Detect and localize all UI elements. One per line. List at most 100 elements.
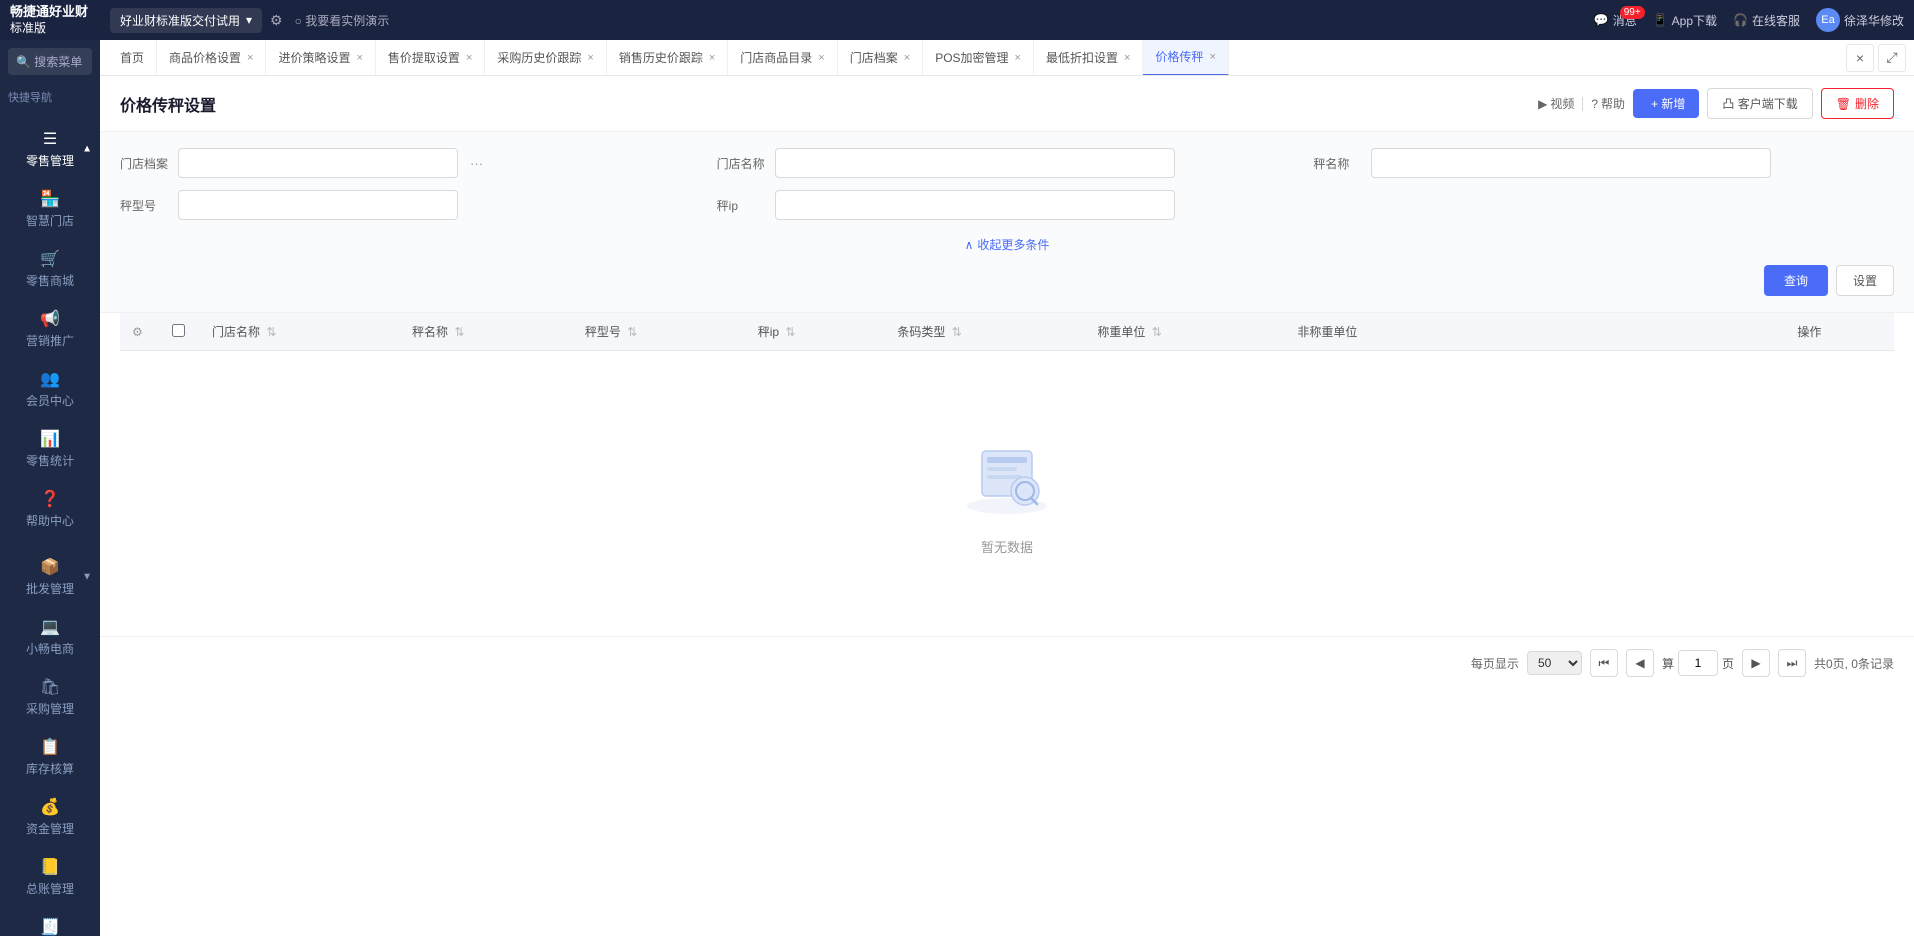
scale-name-input[interactable] [1371, 148, 1771, 178]
sidebar-item-label: 库存核算 [26, 760, 74, 777]
page-number-input[interactable] [1678, 650, 1718, 676]
settings-icon[interactable]: ⚙ [270, 12, 283, 29]
demo-link[interactable]: ○ 我要看实例演示 [295, 12, 390, 29]
tabs-bar: 首页 商品价格设置 × 进价策略设置 × 售价提取设置 × 采购历史价跟踪 × [100, 40, 1914, 76]
th-operation: 操作 [1785, 313, 1894, 351]
search-menu-label: 搜索菜单 [34, 55, 82, 69]
message-action[interactable]: 💬 消息 99+ [1594, 12, 1637, 29]
sidebar-item-wholesale[interactable]: 📦 批发管理 ▼ [0, 547, 100, 607]
tab-price-scale[interactable]: 价格传秤 × [1143, 40, 1228, 76]
sidebar-item-label: 采购管理 [26, 700, 74, 717]
first-page-button[interactable]: ⏮ [1590, 649, 1618, 677]
add-button[interactable]: + 新增 [1633, 89, 1699, 118]
tab-restore-button[interactable]: ⤢ [1878, 44, 1906, 72]
tab-close-icon[interactable]: × [1209, 51, 1215, 63]
scale-model-input[interactable] [178, 190, 458, 220]
retail-stats-icon: 📊 [40, 429, 60, 449]
sort-icon: ⇅ [785, 325, 795, 339]
delete-button[interactable]: 🗑 删除 [1821, 88, 1894, 119]
sidebar-item-retail-mall[interactable]: 🛒 零售商城 [0, 239, 100, 299]
sidebar-item-smart-store[interactable]: 🏪 智慧门店 [0, 179, 100, 239]
download-button[interactable]: 凸 客户端下载 [1707, 88, 1812, 119]
tab-home[interactable]: 首页 [108, 40, 157, 76]
member-icon: 👥 [40, 369, 60, 389]
store-file-input[interactable] [178, 148, 458, 178]
search-menu-button[interactable]: 🔍 搜索菜单 [8, 48, 92, 75]
user-initials: Ea [1821, 14, 1834, 26]
sort-icon: ⇅ [952, 325, 962, 339]
sidebar-item-invoice[interactable]: 🧾 发票管理 [0, 907, 100, 936]
tab-label: 门店档案 [850, 49, 898, 66]
page-header: 价格传秤设置 ▶ 视频 ? 帮助 [100, 76, 1914, 132]
store-file-dots[interactable]: ··· [470, 156, 483, 171]
tab-close-icon[interactable]: × [818, 52, 824, 64]
tab-label: 售价提取设置 [388, 49, 460, 66]
version-label: 好业财标准版交付试用 [120, 12, 240, 29]
tab-price-settings[interactable]: 商品价格设置 × [157, 40, 266, 76]
scale-model-filter: 秤型号 [120, 190, 701, 220]
sidebar-item-finance[interactable]: 💰 资金管理 [0, 787, 100, 847]
tab-close-icon[interactable]: × [356, 52, 362, 64]
table-settings-icon[interactable]: ⚙ [132, 325, 143, 339]
tab-close-all-button[interactable]: × [1846, 44, 1874, 72]
app-download-action[interactable]: 📱 App下载 [1653, 12, 1717, 29]
tab-close-icon[interactable]: × [709, 52, 715, 64]
sidebar-search-area: 🔍 搜索菜单 [0, 40, 100, 83]
sidebar-item-member[interactable]: 👥 会员中心 [0, 359, 100, 419]
tab-store-catalog[interactable]: 门店商品目录 × [728, 40, 837, 76]
per-page-select[interactable]: 50 10 20 100 [1527, 651, 1582, 675]
sidebar-item-marketing[interactable]: 📢 营销推广 [0, 299, 100, 359]
app-download-icon: 📱 [1653, 13, 1668, 27]
sidebar-item-help[interactable]: ❓ 帮助中心 [0, 479, 100, 539]
sidebar-item-purchase[interactable]: 🛍 采购管理 [0, 667, 100, 727]
sort-icon: ⇅ [1152, 325, 1162, 339]
tab-label: 采购历史价跟踪 [497, 49, 581, 66]
sidebar-item-retail[interactable]: ☰ 零售管理 ▲ [0, 119, 100, 179]
scale-ip-label: 秤ip [717, 197, 767, 214]
tab-purchase-strategy[interactable]: 进价策略设置 × [266, 40, 375, 76]
tab-close-icon[interactable]: × [1124, 52, 1130, 64]
wholesale-icon: 📦 [40, 557, 60, 577]
download-label: 凸 客户端下载 [1722, 95, 1797, 112]
store-name-label: 门店名称 [717, 155, 767, 172]
data-table: ⚙ 门店名称 ⇅ 秤名称 [120, 313, 1894, 351]
user-name: 徐泽华修改 [1844, 12, 1904, 29]
query-button[interactable]: 查询 [1764, 265, 1828, 296]
tab-purchase-history[interactable]: 采购历史价跟踪 × [485, 40, 606, 76]
tab-close-icon[interactable]: × [904, 52, 910, 64]
sidebar-item-ecommerce[interactable]: 💻 小畅电商 [0, 607, 100, 667]
user-menu[interactable]: Ea 徐泽华修改 [1816, 8, 1904, 32]
tab-store-file[interactable]: 门店档案 × [838, 40, 923, 76]
play-icon: ▶ [1538, 97, 1547, 111]
help-link[interactable]: ? 帮助 [1591, 95, 1625, 112]
next-page-button[interactable]: ▶ [1742, 649, 1770, 677]
scale-name-filter: 秤名称 [1313, 148, 1894, 178]
select-all-checkbox[interactable] [172, 324, 185, 337]
tab-close-icon[interactable]: × [1015, 52, 1021, 64]
sidebar-item-inventory[interactable]: 📋 库存核算 [0, 727, 100, 787]
tab-label: 门店商品目录 [740, 49, 812, 66]
setup-button[interactable]: 设置 [1836, 265, 1894, 296]
tab-sales-history[interactable]: 销售历史价跟踪 × [607, 40, 728, 76]
last-page-button[interactable]: ⏭ [1778, 649, 1806, 677]
collapse-button[interactable]: ∧ 收起更多条件 [953, 232, 1062, 257]
tab-sale-extract[interactable]: 售价提取设置 × [376, 40, 485, 76]
tab-min-discount[interactable]: 最低折扣设置 × [1034, 40, 1143, 76]
sidebar-item-ledger[interactable]: 📒 总账管理 [0, 847, 100, 907]
prev-page-button[interactable]: ◀ [1626, 649, 1654, 677]
tab-close-icon[interactable]: × [466, 52, 472, 64]
scale-ip-input[interactable] [775, 190, 1175, 220]
video-link[interactable]: ▶ 视频 [1538, 95, 1574, 112]
tab-pos-encrypt[interactable]: POS加密管理 × [923, 40, 1034, 76]
tab-close-icon[interactable]: × [587, 52, 593, 64]
sidebar-item-label: 零售统计 [26, 452, 74, 469]
tab-close-icon[interactable]: × [247, 52, 253, 64]
th-checkbox [160, 313, 200, 351]
store-name-input[interactable] [775, 148, 1175, 178]
sidebar-item-retail-stats[interactable]: 📊 零售统计 [0, 419, 100, 479]
page-actions: ▶ 视频 ? 帮助 + 新增 [1538, 88, 1894, 119]
online-service-action[interactable]: 🎧 在线客服 [1733, 12, 1800, 29]
version-dropdown[interactable]: 好业财标准版交付试用 ▾ [110, 8, 262, 33]
ledger-icon: 📒 [40, 857, 60, 877]
sidebar-item-label: 零售管理 [26, 152, 74, 169]
